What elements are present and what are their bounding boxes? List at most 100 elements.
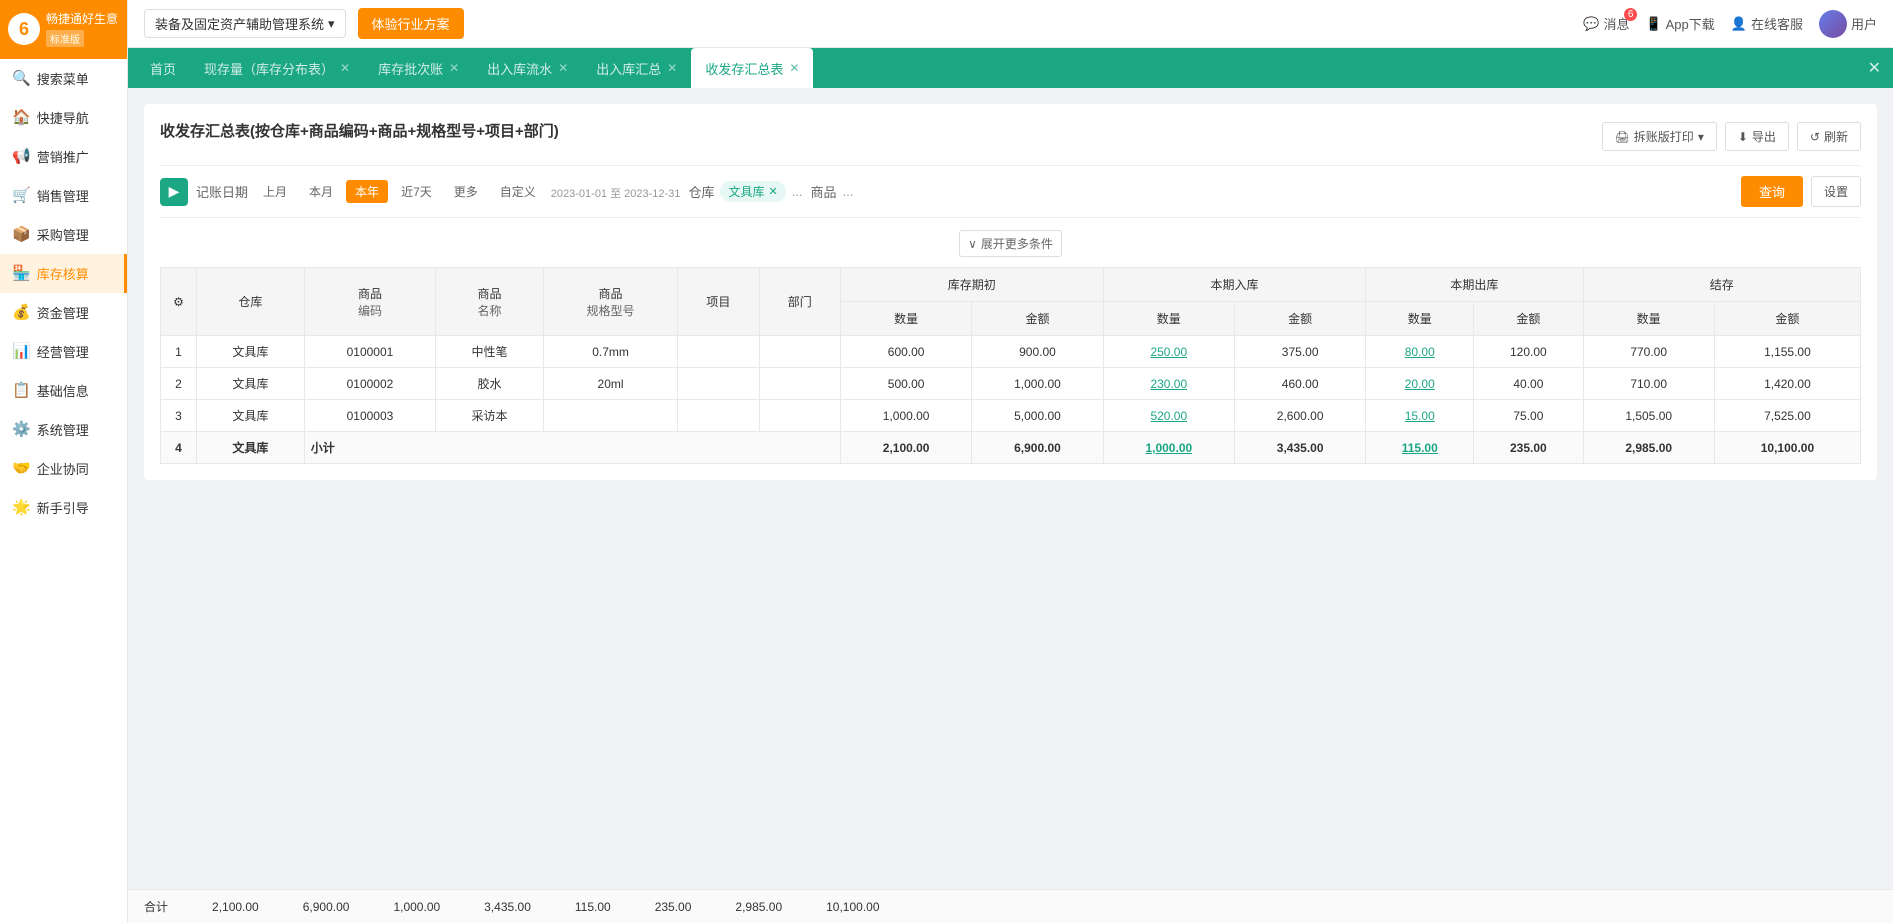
- online-service-btn[interactable]: 👤 在线客服: [1731, 14, 1803, 33]
- tab-inventory-dist-close[interactable]: ✕: [340, 61, 350, 75]
- search-icon: 🔍: [12, 69, 31, 87]
- sidebar-title: 畅捷通好生意: [46, 12, 118, 28]
- sidebar-item-sales-label: 销售管理: [37, 186, 89, 205]
- avatar-image: [1819, 10, 1847, 38]
- home-icon: 🏠: [12, 108, 31, 126]
- tab-home-label: 首页: [150, 59, 176, 78]
- date-btn-this-month[interactable]: 本月: [300, 180, 342, 203]
- sidebar-item-basicinfo[interactable]: 📋 基础信息: [0, 371, 127, 410]
- cell-project: [678, 400, 759, 432]
- sidebar-header: 6 畅捷通好生意 标准版: [0, 0, 127, 59]
- goods-more[interactable]: ...: [843, 184, 854, 199]
- export-btn[interactable]: ⬇ 导出: [1725, 122, 1789, 151]
- subtotal-in-qty-link[interactable]: 1,000.00: [1145, 441, 1192, 455]
- total-out-amt: 235.00: [655, 900, 692, 914]
- th-in-amt: 金额: [1234, 302, 1365, 336]
- subtotal-warehouse: 文具库: [197, 432, 305, 464]
- date-buttons: 上月 本月 本年 近7天 更多 自定义: [254, 180, 545, 203]
- out-qty-link[interactable]: 15.00: [1405, 409, 1435, 423]
- th-dept: 部门: [759, 268, 840, 336]
- subtotal-label: 小计: [304, 432, 840, 464]
- sidebar-item-marketing[interactable]: 📢 营销推广: [0, 137, 127, 176]
- download-icon: 📱: [1645, 16, 1661, 32]
- th-bal-amt: 金额: [1714, 302, 1860, 336]
- print-btn[interactable]: 🖨 拆账版打印 ▾: [1602, 122, 1717, 151]
- date-btn-this-year[interactable]: 本年: [346, 180, 388, 203]
- total-row: 合计 2,100.00 6,900.00 1,000.00 3,435.00 1…: [144, 898, 880, 915]
- tab-batch-close[interactable]: ✕: [449, 61, 459, 75]
- sidebar-item-search[interactable]: 🔍 搜索菜单: [0, 59, 127, 98]
- in-qty-link[interactable]: 520.00: [1150, 409, 1187, 423]
- sidebar-item-system[interactable]: ⚙️ 系统管理: [0, 410, 127, 449]
- newguide-icon: 🌟: [12, 498, 31, 516]
- refresh-icon: ↺: [1810, 130, 1820, 144]
- user-btn[interactable]: 用户: [1819, 10, 1877, 38]
- cell-out-amt: 120.00: [1474, 336, 1583, 368]
- experience-btn[interactable]: 体验行业方案: [358, 8, 464, 39]
- expand-conditions-btn[interactable]: ∨ 展开更多条件: [959, 230, 1062, 257]
- cell-out-qty: 20.00: [1366, 368, 1474, 400]
- in-qty-link[interactable]: 250.00: [1150, 345, 1187, 359]
- in-qty-link[interactable]: 230.00: [1150, 377, 1187, 391]
- refresh-btn[interactable]: ↺ 刷新: [1797, 122, 1861, 151]
- subtotal-in-qty: 1,000.00: [1103, 432, 1234, 464]
- sidebar-item-enterprise[interactable]: 🤝 企业协同: [0, 449, 127, 488]
- data-table: ⚙ 仓库 商品编码 商品名称 商品规格型号 项目 部门 库存期初 本期入库 本期…: [160, 267, 1861, 464]
- tab-inventory-dist[interactable]: 现存量（库存分布表） ✕: [190, 48, 364, 88]
- subtotal-row: 4 文具库 小计 2,100.00 6,900.00 1,000.00 3,43…: [161, 432, 1861, 464]
- tab-inout-summary[interactable]: 出入库汇总 ✕: [582, 48, 691, 88]
- sidebar-item-operations[interactable]: 📊 经营管理: [0, 332, 127, 371]
- total-out-qty: 115.00: [575, 900, 611, 914]
- sidebar-item-finance[interactable]: 💰 资金管理: [0, 293, 127, 332]
- tab-home[interactable]: 首页: [136, 48, 190, 88]
- table-row: 3 文具库 0100003 采访本 1,000.00 5,000.00 520.…: [161, 400, 1861, 432]
- page-title: 收发存汇总表(按仓库+商品编码+商品+规格型号+项目+部门): [160, 120, 559, 141]
- topbar-right: 💬 消息 6 📱 App下载 👤 在线客服 用户: [1583, 10, 1877, 38]
- subtotal-in-amt: 3,435.00: [1234, 432, 1365, 464]
- date-btn-last-month[interactable]: 上月: [254, 180, 296, 203]
- date-btn-last-7days[interactable]: 近7天: [392, 180, 441, 203]
- main-panel: 收发存汇总表(按仓库+商品编码+商品+规格型号+项目+部门) 🖨 拆账版打印 ▾…: [144, 104, 1877, 480]
- warehouse-tag-close[interactable]: ✕: [768, 185, 777, 198]
- message-btn[interactable]: 💬 消息 6: [1583, 14, 1629, 33]
- app-download-btn[interactable]: 📱 App下载: [1645, 14, 1714, 33]
- cell-in-amt: 375.00: [1234, 336, 1365, 368]
- tab-inout-summary-close[interactable]: ✕: [667, 61, 677, 75]
- tab-inout-flow-close[interactable]: ✕: [558, 61, 568, 75]
- sidebar-logo: 6: [8, 13, 40, 45]
- sidebar-item-sales[interactable]: 🛒 销售管理: [0, 176, 127, 215]
- sidebar: 6 畅捷通好生意 标准版 🔍 搜索菜单 🏠 快捷导航 📢 营销推广 🛒 销售管理…: [0, 0, 128, 923]
- sidebar-brand: 畅捷通好生意 标准版: [46, 12, 118, 47]
- th-out-stock: 本期出库: [1366, 268, 1583, 302]
- export-label: 导出: [1752, 128, 1776, 145]
- tab-batch[interactable]: 库存批次账 ✕: [364, 48, 473, 88]
- settings-btn[interactable]: 设置: [1811, 176, 1861, 207]
- query-btn[interactable]: 查询: [1741, 176, 1803, 207]
- tab-recv-send[interactable]: 收发存汇总表 ✕: [691, 48, 813, 88]
- out-qty-link[interactable]: 80.00: [1405, 345, 1435, 359]
- sidebar-item-inventory[interactable]: 🏪 库存核算: [0, 254, 127, 293]
- th-out-amt: 金额: [1474, 302, 1583, 336]
- cell-spec: 20ml: [543, 368, 677, 400]
- cell-code: 0100001: [304, 336, 435, 368]
- tabs-close-all[interactable]: ✕: [1864, 54, 1885, 82]
- warehouse-more[interactable]: ...: [792, 184, 803, 199]
- date-btn-more[interactable]: 更多: [445, 180, 487, 203]
- filter-bar: ▶ 记账日期 上月 本月 本年 近7天 更多 自定义 2023-01-01 至 …: [160, 165, 1861, 218]
- sidebar-item-quicknav[interactable]: 🏠 快捷导航: [0, 98, 127, 137]
- tab-inventory-dist-label: 现存量（库存分布表）: [204, 59, 334, 78]
- topbar: 装备及固定资产辅助管理系统 ▾ 体验行业方案 💬 消息 6 📱 App下载 👤 …: [128, 0, 1893, 48]
- sidebar-item-newguide[interactable]: 🌟 新手引导: [0, 488, 127, 527]
- th-code: 商品编码: [304, 268, 435, 336]
- sidebar-item-purchase[interactable]: 📦 采购管理: [0, 215, 127, 254]
- tab-recv-send-close[interactable]: ✕: [789, 61, 799, 75]
- date-btn-custom[interactable]: 自定义: [491, 180, 545, 203]
- filter-toggle-btn[interactable]: ▶: [160, 178, 188, 206]
- cell-dept: [759, 400, 840, 432]
- avatar: [1819, 10, 1847, 38]
- system-selector[interactable]: 装备及固定资产辅助管理系统 ▾: [144, 9, 346, 38]
- tab-inout-flow[interactable]: 出入库流水 ✕: [473, 48, 582, 88]
- subtotal-out-qty-link[interactable]: 115.00: [1402, 441, 1438, 455]
- out-qty-link[interactable]: 20.00: [1405, 377, 1435, 391]
- total-label: 合计: [144, 898, 168, 915]
